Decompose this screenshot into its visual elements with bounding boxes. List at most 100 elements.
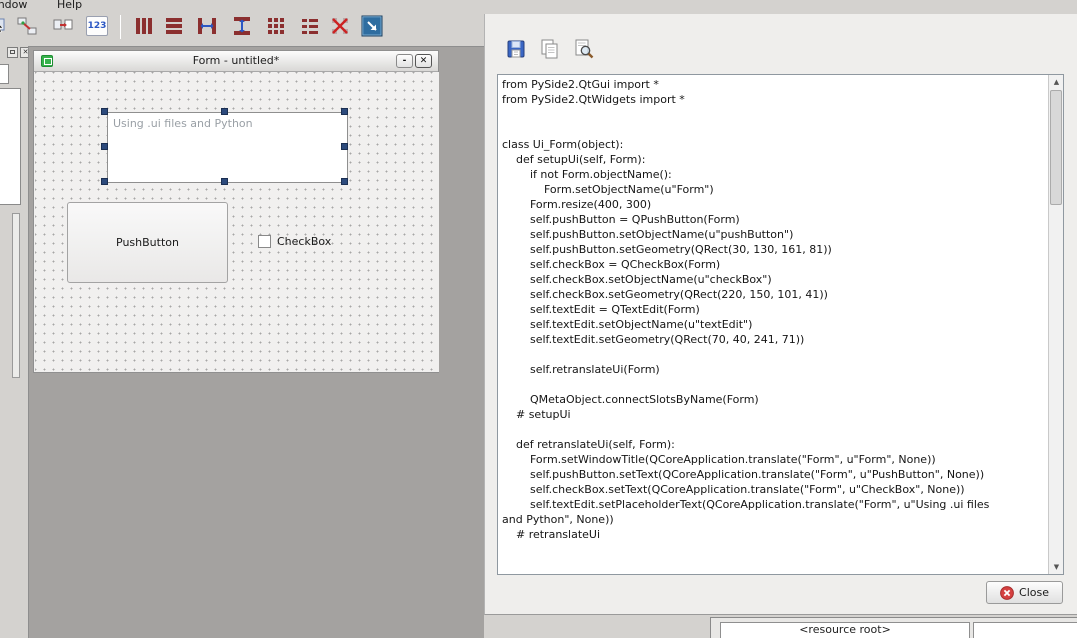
code-line <box>502 378 1045 393</box>
code-line: self.checkBox.setGeometry(QRect(220, 150… <box>502 288 1045 303</box>
edit-buddies-icon <box>52 15 74 37</box>
code-line: class Ui_Form(object): <box>502 138 1045 153</box>
form-designer-window: Form - untitled* - ✕ Using .ui files and… <box>33 50 439 373</box>
scroll-down-icon[interactable]: ▼ <box>1049 560 1064 574</box>
code-viewer-toolbar <box>503 36 597 62</box>
code-line: self.textEdit = QTextEdit(Form) <box>502 303 1045 318</box>
code-text: from PySide2.QtGui import *from PySide2.… <box>502 78 1045 571</box>
pushbutton-widget[interactable]: PushButton <box>67 202 228 283</box>
find-button[interactable] <box>571 36 597 62</box>
resource-side-column <box>973 622 1077 638</box>
scroll-up-icon[interactable]: ▲ <box>1049 75 1064 89</box>
dock-float-icon <box>10 50 15 54</box>
menubar: Window Help <box>0 0 500 10</box>
layout-vertical-button[interactable] <box>161 13 187 39</box>
code-line: self.retranslateUi(Form) <box>502 363 1045 378</box>
code-line: self.checkBox.setText(QCoreApplication.t… <box>502 483 1045 498</box>
edit-widgets-icon <box>0 15 10 37</box>
dock-panel-fragment <box>0 88 21 205</box>
selection-handle-middle-right[interactable] <box>341 143 348 150</box>
selection-handle-bottom-right[interactable] <box>341 178 348 185</box>
selection-handle-top-left[interactable] <box>101 108 108 115</box>
selection-handle-middle-left[interactable] <box>101 143 108 150</box>
selection-handle-top-right[interactable] <box>341 108 348 115</box>
scrollbar-thumb[interactable] <box>1050 90 1062 205</box>
code-line: self.textEdit.setPlaceholderText(QCoreAp… <box>502 498 1045 513</box>
main-toolbar: 123 <box>0 10 484 46</box>
dock-panel-fragment-small <box>0 64 9 84</box>
code-line <box>502 123 1045 138</box>
code-line: from PySide2.QtWidgets import * <box>502 93 1045 108</box>
code-line: if not Form.objectName(): <box>502 168 1045 183</box>
layout-horizontal-button[interactable] <box>131 13 157 39</box>
code-line: def retranslateUi(self, Form): <box>502 438 1045 453</box>
code-viewer-dialog: from PySide2.QtGui import *from PySide2.… <box>484 14 1077 615</box>
selection-handle-bottom-center[interactable] <box>221 178 228 185</box>
layout-grid-button[interactable] <box>263 13 289 39</box>
selection-handle-top-center[interactable] <box>221 108 228 115</box>
code-line: and Python", None)) <box>502 513 1045 528</box>
checkbox-widget[interactable]: CheckBox <box>258 235 331 248</box>
break-layout-icon <box>329 15 351 37</box>
code-line: self.pushButton.setObjectName(u"pushButt… <box>502 228 1045 243</box>
layout-vertical-icon <box>163 15 185 37</box>
resource-root-item[interactable]: <resource root> <box>720 622 970 638</box>
dock-scrollbar-fragment[interactable] <box>12 213 20 378</box>
break-layout-button[interactable] <box>327 13 353 39</box>
layout-form-icon <box>299 15 321 37</box>
layout-splitter-vertical-button[interactable] <box>229 13 255 39</box>
code-line <box>502 108 1045 123</box>
toolbar-separator <box>120 15 121 39</box>
copy-button[interactable] <box>537 36 563 62</box>
copy-icon <box>539 38 561 60</box>
code-line: self.textEdit.setObjectName(u"textEdit") <box>502 318 1045 333</box>
edit-tab-order-icon: 123 <box>86 16 108 36</box>
app-window: Window Help 123 <box>0 0 1077 638</box>
checkbox-label: CheckBox <box>277 235 331 248</box>
form-window-titlebar[interactable]: Form - untitled* - ✕ <box>34 51 438 72</box>
textedit-placeholder-text: Using .ui files and Python <box>108 113 347 134</box>
layout-horizontal-icon <box>133 15 155 37</box>
code-line: from PySide2.QtGui import * <box>502 78 1045 93</box>
code-line: Form.setObjectName(u"Form") <box>502 183 1045 198</box>
code-line: self.pushButton.setGeometry(QRect(30, 13… <box>502 243 1045 258</box>
save-button[interactable] <box>503 36 529 62</box>
code-line: self.pushButton.setText(QCoreApplication… <box>502 468 1045 483</box>
close-button-label: Close <box>1019 586 1049 599</box>
form-minimize-button[interactable]: - <box>396 54 413 68</box>
close-button[interactable]: Close <box>986 581 1063 604</box>
layout-splitter-horizontal-button[interactable] <box>194 13 220 39</box>
code-line: self.checkBox = QCheckBox(Form) <box>502 258 1045 273</box>
code-line: # retranslateUi <box>502 528 1045 543</box>
form-close-button[interactable]: ✕ <box>415 54 432 68</box>
code-line: self.textEdit.setGeometry(QRect(70, 40, … <box>502 333 1045 348</box>
adjust-size-button[interactable] <box>359 13 385 39</box>
code-view[interactable]: from PySide2.QtGui import *from PySide2.… <box>497 74 1064 575</box>
code-line: QMetaObject.connectSlotsByName(Form) <box>502 393 1045 408</box>
form-canvas[interactable]: Using .ui files and Python PushButton Ch… <box>35 72 439 372</box>
code-line: self.checkBox.setObjectName(u"checkBox") <box>502 273 1045 288</box>
code-line: def setupUi(self, Form): <box>502 153 1045 168</box>
layout-grid-icon <box>265 15 287 37</box>
code-line: Form.resize(400, 300) <box>502 198 1045 213</box>
code-line: Form.setWindowTitle(QCoreApplication.tra… <box>502 453 1045 468</box>
checkbox-indicator[interactable] <box>258 235 271 248</box>
adjust-size-icon <box>360 14 384 38</box>
code-line: # setupUi <box>502 408 1045 423</box>
edit-widgets-button[interactable] <box>0 13 12 39</box>
code-line: self.pushButton = QPushButton(Form) <box>502 213 1045 228</box>
code-line <box>502 423 1045 438</box>
edit-signals-slots-icon <box>16 15 38 37</box>
resource-browser-fragment: <resource root> <box>710 617 1077 638</box>
layout-form-button[interactable] <box>297 13 323 39</box>
edit-signals-slots-button[interactable] <box>14 13 40 39</box>
layout-splitter-horizontal-icon <box>196 15 218 37</box>
code-vertical-scrollbar[interactable]: ▲ ▼ <box>1048 75 1063 574</box>
form-window-title: Form - untitled* <box>34 54 438 67</box>
textedit-widget[interactable]: Using .ui files and Python <box>107 112 348 183</box>
edit-buddies-button[interactable] <box>50 13 76 39</box>
edit-tab-order-button[interactable]: 123 <box>84 13 110 39</box>
selection-handle-bottom-left[interactable] <box>101 178 108 185</box>
find-icon <box>572 37 596 61</box>
dock-float-button[interactable] <box>7 47 18 58</box>
